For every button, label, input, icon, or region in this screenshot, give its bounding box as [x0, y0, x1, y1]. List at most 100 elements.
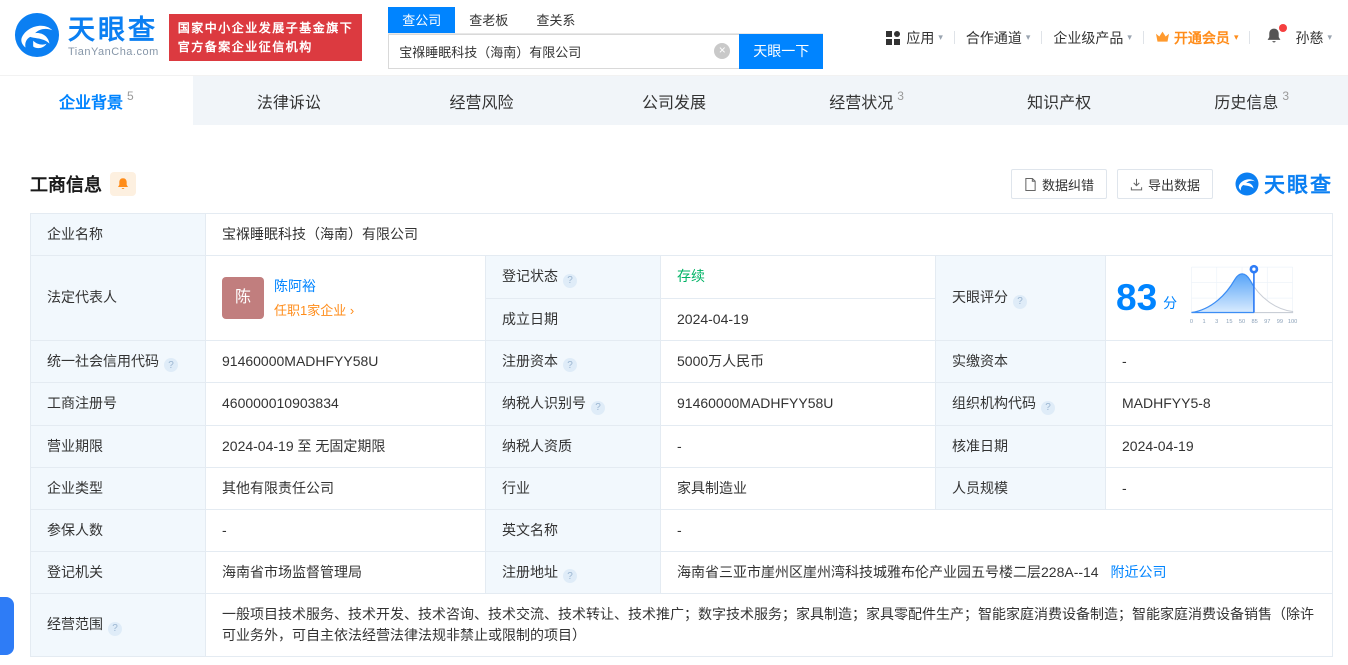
nav-apps[interactable]: 应用 ▾: [886, 28, 943, 48]
reg-address-value: 海南省三亚市崖州区崖州湾科技城雅布伦产业园五号楼二层228A--14: [677, 563, 1099, 580]
org-code-label: 组织机构代码?: [935, 382, 1106, 426]
svg-text:99: 99: [1277, 319, 1283, 325]
arrow-right-icon: ›: [349, 302, 355, 318]
help-icon[interactable]: ?: [563, 273, 577, 288]
company-name-label: 企业名称: [30, 213, 206, 256]
data-correction-button[interactable]: 数据纠错: [1010, 169, 1107, 199]
legal-rep-note: 任职1家企业: [274, 302, 347, 318]
nearby-companies-link[interactable]: 附近公司: [1110, 564, 1166, 580]
monitor-bell-button[interactable]: [110, 172, 136, 196]
est-date-value: 2024-04-19: [660, 297, 936, 341]
tab-business-risk[interactable]: 经营风险: [385, 76, 578, 125]
tab-intellectual-property[interactable]: 知识产权: [963, 76, 1156, 125]
watermark-label: 天眼查: [1264, 174, 1333, 197]
tianyancha-logo[interactable]: 天眼查 TianYanCha.com: [14, 12, 159, 63]
tab-history-info[interactable]: 历史信息 3: [1155, 76, 1348, 125]
search-input[interactable]: [388, 33, 740, 69]
legal-rep-name-link[interactable]: 陈阿裕: [274, 276, 354, 297]
label-text: 登记状态: [502, 268, 558, 284]
table-row: 经营范围? 一般项目技术服务、技术开发、技术咨询、技术交流、技术转让、技术推广；…: [30, 593, 1333, 657]
nav-cooperation[interactable]: 合作通道 ▾: [966, 28, 1031, 48]
reg-status-label: 登记状态?: [485, 255, 661, 299]
tab-legal-proceedings[interactable]: 法律诉讼: [193, 76, 386, 125]
tab-operating-status[interactable]: 经营状况 3: [770, 76, 963, 125]
legal-rep-cell: 陈 陈阿裕 任职1家企业 ›: [205, 255, 486, 341]
svg-text:1: 1: [1203, 319, 1206, 325]
label-text: 经营范围: [47, 616, 103, 633]
search-tab-boss[interactable]: 查老板: [455, 7, 522, 33]
floating-side-widget[interactable]: [0, 597, 14, 655]
help-icon[interactable]: ?: [591, 400, 605, 415]
gov-badge-line1: 国家中小企业发展子基金旗下: [177, 20, 354, 35]
insured-value: -: [205, 508, 486, 552]
label-text: 注册地址: [502, 563, 558, 580]
notifications-bell[interactable]: [1265, 24, 1288, 48]
business-info-table: 企业名称 宝褓睡眠科技（海南）有限公司 法定代表人 陈 陈阿裕 任职1家企业 ›…: [30, 213, 1333, 657]
tab-company-development[interactable]: 公司发展: [578, 76, 771, 125]
svg-text:85: 85: [1252, 319, 1258, 325]
company-type-value: 其他有限责任公司: [205, 466, 486, 510]
reg-authority-value: 海南省市场监督管理局: [205, 550, 486, 594]
apps-grid-icon: [886, 30, 901, 45]
staff-size-label: 人员规模: [935, 466, 1106, 510]
english-name-value: -: [660, 508, 1333, 552]
gov-certification-badge: 国家中小企业发展子基金旗下 官方备案企业征信机构: [168, 13, 363, 62]
business-term-label: 营业期限: [30, 424, 206, 468]
label-text: 纳税人识别号: [502, 395, 586, 411]
taxpayer-id-label: 纳税人识别号?: [485, 382, 661, 426]
credit-code-value: 91460000MADHFYY58U: [205, 339, 486, 383]
reg-number-value: 460000010903834: [205, 382, 486, 426]
tianyancha-logo-icon: [1235, 172, 1259, 196]
company-detail-tabs: 企业背景 5 法律诉讼 经营风险 公司发展 经营状况 3 知识产权 历史信息 3: [0, 75, 1348, 125]
user-menu[interactable]: 孙慈 ▾: [1295, 28, 1332, 48]
help-icon[interactable]: ?: [563, 358, 577, 372]
nav-enterprise-products[interactable]: 企业级产品 ▾: [1053, 28, 1132, 48]
site-header: 天眼查 TianYanCha.com 国家中小企业发展子基金旗下 官方备案企业征…: [0, 0, 1348, 75]
table-row: 登记机关 海南省市场监督管理局 注册地址? 海南省三亚市崖州区崖州湾科技城雅布伦…: [30, 550, 1333, 594]
help-icon[interactable]: ?: [1041, 400, 1055, 415]
table-row: 法定代表人 陈 陈阿裕 任职1家企业 › 登记状态? 存续 天眼评分? 83 分…: [30, 255, 1333, 341]
help-icon[interactable]: ?: [164, 358, 178, 372]
tab-label: 公司发展: [642, 94, 707, 112]
avatar[interactable]: 陈: [222, 276, 264, 319]
est-date-label: 成立日期: [485, 297, 661, 341]
search-tab-relation[interactable]: 查关系: [522, 7, 589, 33]
paid-capital-value: -: [1105, 339, 1333, 383]
nav-vip-label: 开通会员: [1173, 29, 1230, 46]
help-icon[interactable]: ?: [1013, 294, 1027, 309]
paid-capital-label: 实缴资本: [935, 339, 1106, 383]
export-data-label: 导出数据: [1147, 177, 1200, 193]
label-text: 组织机构代码: [952, 395, 1036, 411]
score-unit: 分: [1163, 295, 1178, 312]
help-icon[interactable]: ?: [108, 621, 122, 636]
tab-label: 法律诉讼: [256, 94, 321, 112]
chevron-down-icon: ▾: [1025, 32, 1031, 42]
search-tab-company[interactable]: 查公司: [388, 6, 456, 33]
table-row: 企业类型 其他有限责任公司 行业 家具制造业 人员规模 -: [30, 466, 1333, 510]
search-button[interactable]: 天眼一下: [739, 33, 824, 69]
company-name-value: 宝褓睡眠科技（海南）有限公司: [205, 213, 1333, 256]
chevron-down-icon: ▾: [1327, 32, 1332, 42]
label-text: 统一社会信用代码: [47, 352, 159, 369]
score-value: 83: [1116, 277, 1158, 319]
reg-capital-label: 注册资本?: [485, 339, 661, 383]
search-area: 查公司 查老板 查关系 × 天眼一下: [388, 6, 824, 69]
nav-vip-membership[interactable]: 开通会员 ▾: [1155, 28, 1238, 48]
tab-company-background[interactable]: 企业背景 5: [0, 76, 193, 125]
svg-text:50: 50: [1239, 319, 1245, 325]
export-data-button[interactable]: 导出数据: [1116, 169, 1213, 199]
help-icon[interactable]: ?: [563, 569, 577, 583]
logo-title: 天眼查: [68, 15, 158, 45]
nav-divider: [953, 31, 955, 44]
score-label: 天眼评分?: [935, 255, 1106, 341]
business-scope-value: 一般项目技术服务、技术开发、技术咨询、技术交流、技术转让、技术推广；数字技术服务…: [205, 593, 1333, 657]
industry-label: 行业: [485, 466, 661, 510]
reg-address-label: 注册地址?: [485, 550, 661, 594]
reg-capital-value: 5000万人民币: [660, 339, 936, 383]
legal-rep-companies-link[interactable]: 任职1家企业 ›: [274, 301, 354, 321]
svg-text:0: 0: [1190, 319, 1193, 325]
data-correction-label: 数据纠错: [1041, 177, 1094, 193]
tab-label: 经营状况: [829, 94, 894, 112]
clear-search-icon[interactable]: ×: [714, 43, 731, 59]
taxpayer-quality-label: 纳税人资质: [485, 424, 661, 468]
